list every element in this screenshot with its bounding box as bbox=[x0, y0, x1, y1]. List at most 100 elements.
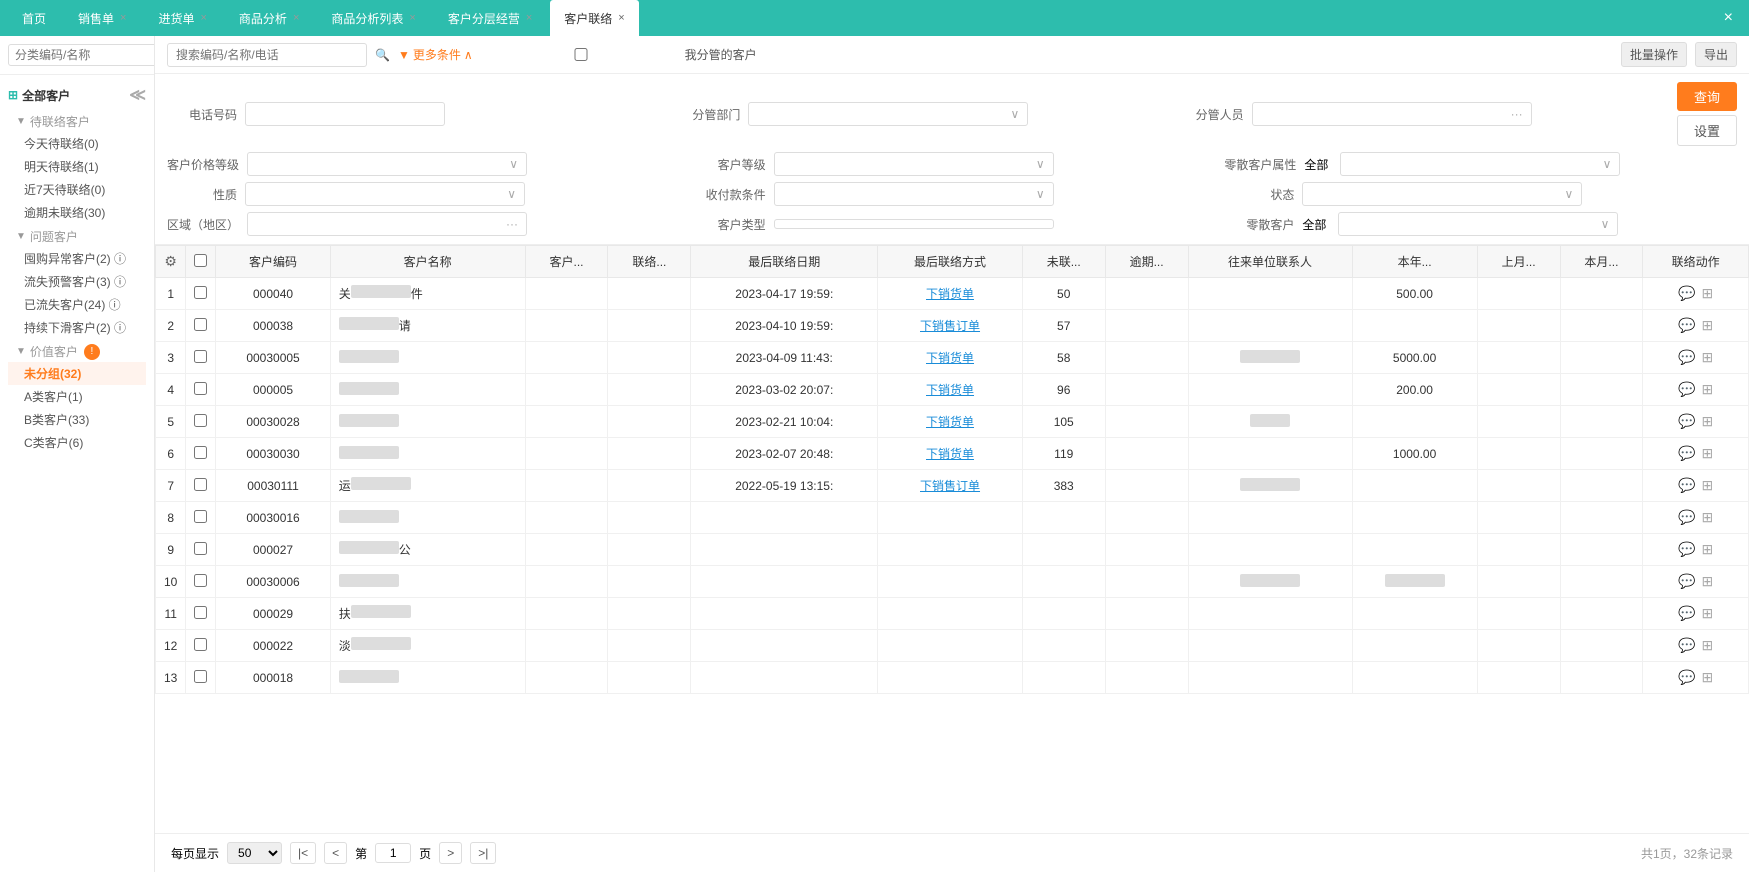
grid-icon[interactable]: ⊞ bbox=[1702, 317, 1714, 334]
grid-icon[interactable]: ⊞ bbox=[1702, 637, 1714, 654]
grid-icon[interactable]: ⊞ bbox=[1702, 509, 1714, 526]
customer-type-select[interactable] bbox=[774, 219, 1054, 229]
row-select-checkbox[interactable] bbox=[194, 606, 207, 619]
grid-icon[interactable]: ⊞ bbox=[1702, 669, 1714, 686]
tab-product-list[interactable]: 商品分析列表 × bbox=[317, 0, 429, 36]
search-input[interactable] bbox=[167, 43, 367, 67]
phone-input[interactable] bbox=[245, 102, 445, 126]
row-checkbox[interactable] bbox=[186, 374, 216, 406]
dept-select[interactable]: ∨ bbox=[748, 102, 1028, 126]
batch-ops-btn[interactable]: 批量操作 bbox=[1621, 42, 1687, 67]
message-icon[interactable]: 💬 bbox=[1678, 509, 1695, 526]
last-method-link[interactable]: 下销货单 bbox=[926, 351, 974, 365]
message-icon[interactable]: 💬 bbox=[1678, 605, 1695, 622]
grid-icon[interactable]: ⊞ bbox=[1702, 605, 1714, 622]
row-checkbox[interactable] bbox=[186, 502, 216, 534]
level-select[interactable]: ∨ bbox=[774, 152, 1054, 176]
problem-group-label[interactable]: ▼ 问题客户 bbox=[8, 224, 146, 247]
row-checkbox[interactable] bbox=[186, 342, 216, 374]
prev-page-btn[interactable]: < bbox=[324, 842, 347, 864]
price-select[interactable]: ∨ bbox=[247, 152, 527, 176]
sidebar-item-overdue-pending[interactable]: 逾期未联络(30) bbox=[8, 201, 146, 224]
message-icon[interactable]: 💬 bbox=[1678, 573, 1695, 590]
row-checkbox[interactable] bbox=[186, 406, 216, 438]
region-select[interactable]: ··· bbox=[247, 212, 527, 236]
message-icon[interactable]: 💬 bbox=[1678, 637, 1695, 654]
sidebar-item-today-pending[interactable]: 今天待联络(0) bbox=[8, 132, 146, 155]
row-checkbox[interactable] bbox=[186, 566, 216, 598]
sidebar-item-b-class[interactable]: B类客户(33) bbox=[8, 408, 146, 431]
row-checkbox[interactable] bbox=[186, 630, 216, 662]
grid-icon[interactable]: ⊞ bbox=[1702, 477, 1714, 494]
sidebar-search-input[interactable] bbox=[8, 44, 155, 66]
last-method-link[interactable]: 下销货单 bbox=[926, 287, 974, 301]
row-select-checkbox[interactable] bbox=[194, 350, 207, 363]
row-checkbox[interactable] bbox=[186, 278, 216, 310]
close-product-list-btn[interactable]: × bbox=[409, 12, 415, 24]
tab-product-analysis[interactable]: 商品分析 × bbox=[225, 0, 313, 36]
last-method-link[interactable]: 下销货单 bbox=[926, 415, 974, 429]
close-customer-tier-btn[interactable]: × bbox=[526, 12, 532, 24]
message-icon[interactable]: 💬 bbox=[1678, 317, 1695, 334]
row-select-checkbox[interactable] bbox=[194, 510, 207, 523]
row-select-checkbox[interactable] bbox=[194, 670, 207, 683]
window-close-btn[interactable]: × bbox=[1716, 9, 1741, 27]
grid-icon[interactable]: ⊞ bbox=[1702, 349, 1714, 366]
per-page-select[interactable]: 50 100 bbox=[227, 842, 282, 864]
status-select[interactable]: ∨ bbox=[1302, 182, 1582, 206]
row-select-checkbox[interactable] bbox=[194, 318, 207, 331]
row-checkbox[interactable] bbox=[186, 662, 216, 694]
grid-icon[interactable]: ⊞ bbox=[1702, 445, 1714, 462]
row-select-checkbox[interactable] bbox=[194, 638, 207, 651]
row-select-checkbox[interactable] bbox=[194, 478, 207, 491]
last-method-link[interactable]: 下销售订单 bbox=[920, 319, 980, 333]
close-product-analysis-btn[interactable]: × bbox=[293, 12, 299, 24]
close-sales-btn[interactable]: × bbox=[120, 12, 126, 24]
page-number-input[interactable] bbox=[375, 843, 411, 863]
tab-sales[interactable]: 销售单 × bbox=[64, 0, 140, 36]
col-settings[interactable]: ⚙ bbox=[156, 246, 186, 278]
my-customers-checkbox[interactable]: 我分管的客户 bbox=[481, 46, 757, 63]
reset-btn[interactable]: 设置 bbox=[1677, 115, 1737, 146]
settings-icon[interactable]: ⚙ bbox=[164, 253, 177, 269]
col-checkbox[interactable] bbox=[186, 246, 216, 278]
sidebar-item-a-class[interactable]: A类客户(1) bbox=[8, 385, 146, 408]
row-checkbox[interactable] bbox=[186, 438, 216, 470]
nature-select[interactable]: ∨ bbox=[245, 182, 525, 206]
sidebar-item-churned[interactable]: 已流失客户(24) ⓘ bbox=[8, 293, 146, 316]
last-method-link[interactable]: 下销货单 bbox=[926, 447, 974, 461]
row-checkbox[interactable] bbox=[186, 310, 216, 342]
last-method-link[interactable]: 下销售订单 bbox=[920, 479, 980, 493]
select-all-checkbox[interactable] bbox=[194, 254, 207, 267]
sidebar-item-no-group[interactable]: 未分组(32) bbox=[8, 362, 146, 385]
sidebar-item-declining[interactable]: 持续下滑客户(2) ⓘ bbox=[8, 316, 146, 339]
sidebar-item-tomorrow-pending[interactable]: 明天待联络(1) bbox=[8, 155, 146, 178]
message-icon[interactable]: 💬 bbox=[1678, 445, 1695, 462]
tab-customer-contact[interactable]: 客户联络 × bbox=[550, 0, 638, 36]
tab-purchase[interactable]: 进货单 × bbox=[144, 0, 220, 36]
sidebar-collapse-btn[interactable]: ≪ bbox=[129, 85, 146, 105]
message-icon[interactable]: 💬 bbox=[1678, 349, 1695, 366]
grid-icon[interactable]: ⊞ bbox=[1702, 573, 1714, 590]
sidebar-item-7days-pending[interactable]: 近7天待联络(0) bbox=[8, 178, 146, 201]
grid-icon[interactable]: ⊞ bbox=[1702, 285, 1714, 302]
payment-select[interactable]: ∨ bbox=[774, 182, 1054, 206]
first-page-btn[interactable]: |< bbox=[290, 842, 316, 864]
row-checkbox[interactable] bbox=[186, 534, 216, 566]
grid-icon[interactable]: ⊞ bbox=[1702, 381, 1714, 398]
row-select-checkbox[interactable] bbox=[194, 286, 207, 299]
my-customers-check[interactable] bbox=[481, 48, 681, 61]
next-page-btn[interactable]: > bbox=[439, 842, 462, 864]
message-icon[interactable]: 💬 bbox=[1678, 669, 1695, 686]
retail-attr-select[interactable]: ∨ bbox=[1340, 152, 1620, 176]
value-group-label[interactable]: ▼ 价值客户 ! bbox=[8, 339, 146, 362]
search-icon[interactable]: 🔍 bbox=[375, 48, 390, 62]
last-page-btn[interactable]: >| bbox=[470, 842, 496, 864]
staff-select[interactable]: ··· bbox=[1252, 102, 1532, 126]
row-select-checkbox[interactable] bbox=[194, 382, 207, 395]
message-icon[interactable]: 💬 bbox=[1678, 413, 1695, 430]
tab-customer-tier[interactable]: 客户分层经营 × bbox=[434, 0, 546, 36]
sidebar-item-churn-warning[interactable]: 流失预警客户(3) ⓘ bbox=[8, 270, 146, 293]
close-purchase-btn[interactable]: × bbox=[200, 12, 206, 24]
tab-home[interactable]: 首页 bbox=[8, 0, 60, 36]
